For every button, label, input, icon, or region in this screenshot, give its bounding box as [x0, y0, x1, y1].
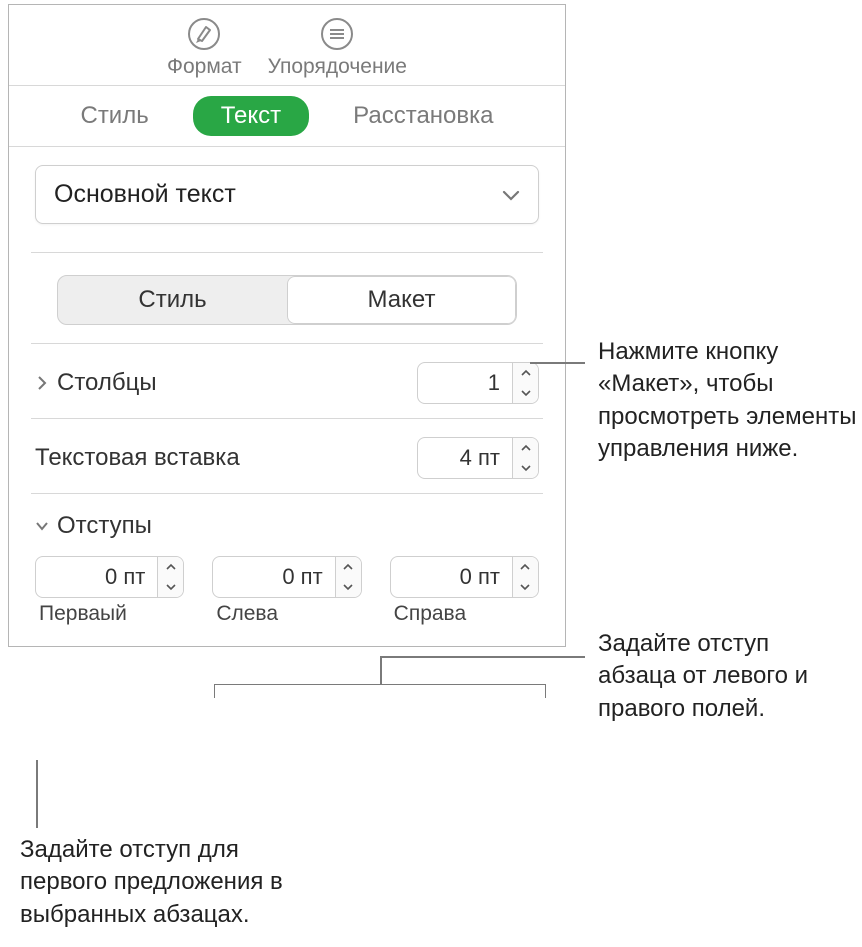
- arrange-label: Упорядочение: [268, 55, 407, 79]
- caret-up-icon: [343, 563, 353, 571]
- indent-right-value[interactable]: 0 пт: [391, 557, 512, 597]
- caret-down-icon: [521, 389, 531, 397]
- chevron-right-icon: [37, 375, 47, 391]
- text-inset-stepper[interactable]: 4 пт: [417, 437, 539, 479]
- paragraph-style-select[interactable]: Основной текст: [35, 165, 539, 224]
- toolbar: Формат Упорядочение: [9, 5, 565, 86]
- text-segmented-control: Стиль Макет: [57, 275, 517, 325]
- indent-right-step-up[interactable]: [513, 557, 538, 577]
- indent-first-stepper[interactable]: 0 пт: [35, 556, 184, 598]
- indents-label: Отступы: [57, 512, 152, 540]
- columns-row: Столбцы 1: [35, 344, 539, 418]
- indent-left-step-up[interactable]: [336, 557, 361, 577]
- inspector-tabs: Стиль Текст Расстановка: [9, 86, 565, 147]
- indent-first: 0 пт Перваый: [35, 556, 184, 626]
- indents-group: 0 пт Перваый 0 пт: [35, 544, 539, 626]
- paragraph-style-value: Основной текст: [54, 180, 236, 209]
- indents-header-row: Отступы: [35, 494, 539, 544]
- text-inset-step-down[interactable]: [513, 458, 538, 478]
- format-tab[interactable]: Формат: [167, 17, 242, 79]
- indent-first-step-down[interactable]: [158, 577, 183, 597]
- arrange-tab[interactable]: Упорядочение: [268, 17, 407, 79]
- columns-disclosure[interactable]: [35, 375, 49, 391]
- indent-first-value[interactable]: 0 пт: [36, 557, 157, 597]
- caret-down-icon: [520, 583, 530, 591]
- format-label: Формат: [167, 55, 242, 79]
- indent-right-step-down[interactable]: [513, 577, 538, 597]
- indent-right-caption: Справа: [390, 602, 539, 626]
- columns-step-up[interactable]: [513, 363, 538, 383]
- callout-layout-hint: Нажмите кнопку «Макет», чтобы просмотрет…: [598, 336, 858, 466]
- indent-left-caption: Слева: [212, 602, 361, 626]
- indent-first-step-up[interactable]: [158, 557, 183, 577]
- indent-left: 0 пт Слева: [212, 556, 361, 626]
- tab-spacing[interactable]: Расстановка: [325, 96, 521, 136]
- columns-label: Столбцы: [57, 369, 157, 397]
- tab-style[interactable]: Стиль: [52, 96, 176, 136]
- columns-value[interactable]: 1: [418, 363, 512, 403]
- text-inset-label: Текстовая вставка: [35, 444, 240, 472]
- indent-right-stepper[interactable]: 0 пт: [390, 556, 539, 598]
- indent-first-caption: Перваый: [35, 602, 184, 626]
- brush-icon: [187, 17, 221, 51]
- callout-first-hint: Задайте отступ для первого предложения в…: [20, 834, 320, 931]
- columns-step-down[interactable]: [513, 383, 538, 403]
- callout-lr-hint: Задайте отступ абзаца от левого и правог…: [598, 628, 853, 725]
- text-inset-step-up[interactable]: [513, 438, 538, 458]
- text-inset-value[interactable]: 4 пт: [418, 438, 512, 478]
- segment-style[interactable]: Стиль: [58, 276, 287, 324]
- chevron-down-icon: [35, 521, 49, 531]
- caret-up-icon: [520, 563, 530, 571]
- inspector-panel: Формат Упорядочение Стиль Текст Расстано…: [8, 4, 566, 647]
- segment-layout[interactable]: Макет: [287, 276, 516, 324]
- indent-left-step-down[interactable]: [336, 577, 361, 597]
- caret-down-icon: [521, 464, 531, 472]
- caret-down-icon: [343, 583, 353, 591]
- indent-left-value[interactable]: 0 пт: [213, 557, 334, 597]
- text-inset-row: Текстовая вставка 4 пт: [35, 419, 539, 493]
- indent-right: 0 пт Справа: [390, 556, 539, 626]
- columns-stepper[interactable]: 1: [417, 362, 539, 404]
- caret-down-icon: [166, 583, 176, 591]
- indent-left-stepper[interactable]: 0 пт: [212, 556, 361, 598]
- chevron-down-icon: [502, 189, 520, 201]
- caret-up-icon: [521, 369, 531, 377]
- caret-up-icon: [166, 563, 176, 571]
- caret-up-icon: [521, 444, 531, 452]
- tab-text[interactable]: Текст: [193, 96, 309, 136]
- arrange-icon: [320, 17, 354, 51]
- indents-disclosure[interactable]: [35, 521, 49, 531]
